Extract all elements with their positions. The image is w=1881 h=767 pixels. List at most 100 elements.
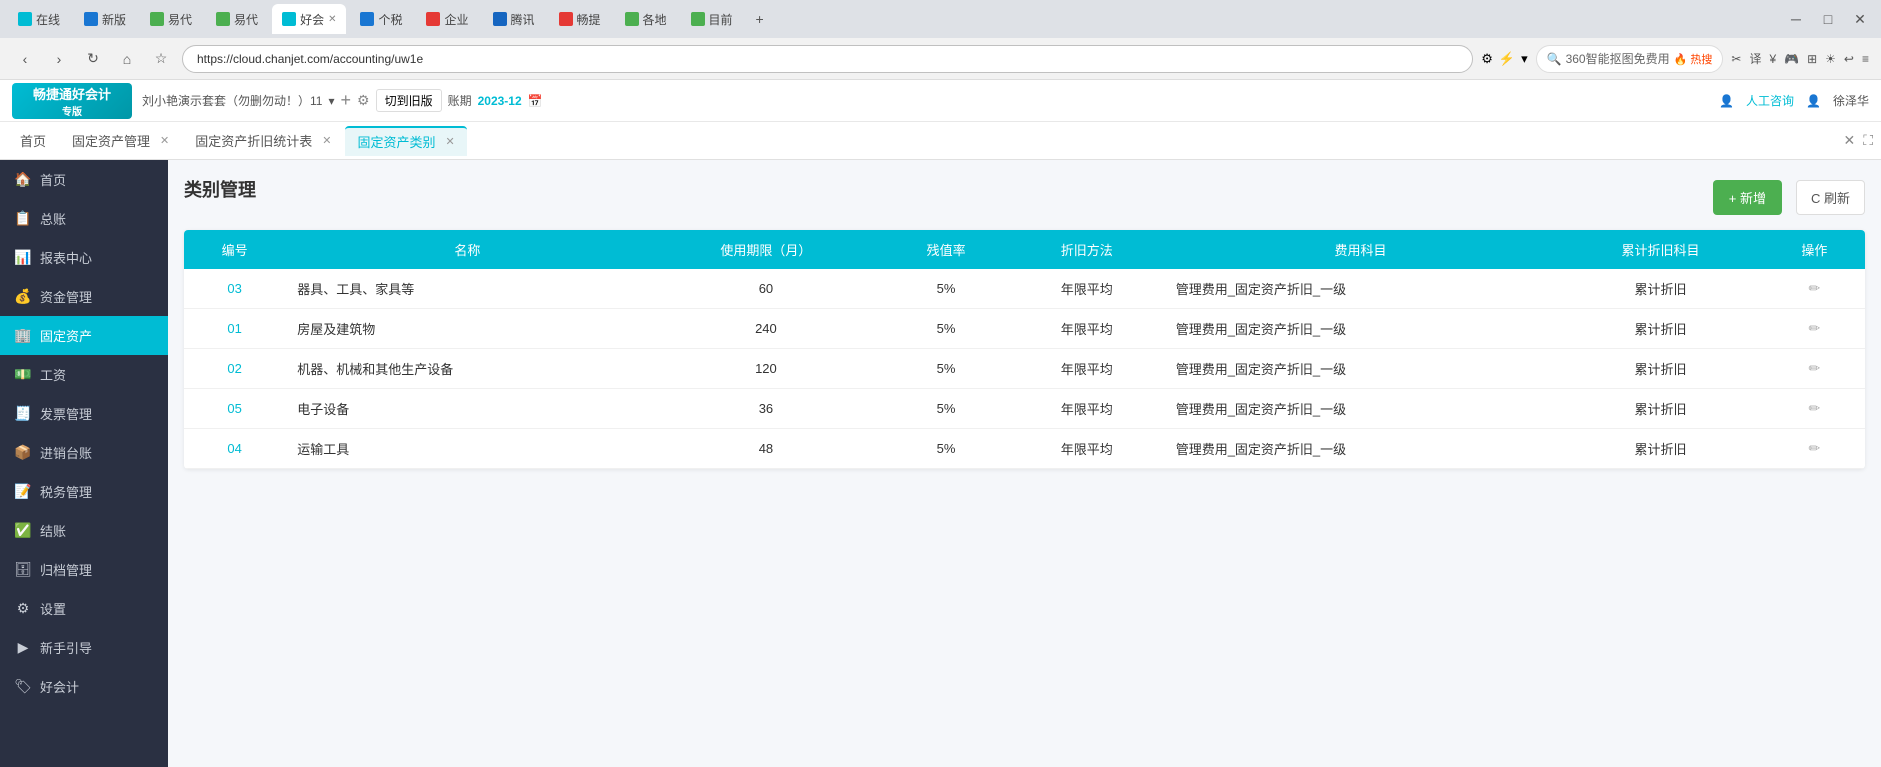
add-company-btn[interactable]: +: [341, 90, 352, 111]
sidebar-item-invoice[interactable]: 🧾 发票管理: [0, 394, 168, 433]
invoice-icon: 🧾: [14, 405, 32, 423]
cell-op-0[interactable]: ✏: [1764, 269, 1865, 309]
maximize-button[interactable]: □: [1815, 6, 1841, 32]
cell-code-2[interactable]: 02: [184, 349, 285, 389]
browser-tab-10[interactable]: 目前: [681, 4, 743, 34]
browser-tab-7[interactable]: 腾讯: [483, 4, 545, 34]
grid-icon: ⊞: [1807, 52, 1817, 66]
cell-op-3[interactable]: ✏: [1764, 389, 1865, 429]
switch-version-btn[interactable]: 切到旧版: [376, 89, 442, 112]
cell-depreciation-4: 累计折旧: [1557, 429, 1763, 469]
cell-period-1: 240: [650, 309, 883, 349]
cell-name-2: 机器、机械和其他生产设备: [285, 349, 649, 389]
reload-button[interactable]: ↻: [80, 46, 106, 72]
table-row: 04 运输工具 48 5% 年限平均 管理费用_固定资产折旧_一级 累计折旧 ✏: [184, 429, 1865, 469]
cell-name-3: 电子设备: [285, 389, 649, 429]
close-window-button[interactable]: ✕: [1847, 6, 1873, 32]
browser-tab-close-4[interactable]: ✕: [328, 14, 336, 25]
sidebar-item-reports[interactable]: 📊 报表中心: [0, 238, 168, 277]
edit-icon-1[interactable]: ✏: [1808, 320, 1820, 336]
sidebar-item-fixed-assets[interactable]: 🏢 固定资产: [0, 316, 168, 355]
sidebar-item-purchase-sales[interactable]: 📦 进销台账: [0, 433, 168, 472]
col-residual: 残值率: [882, 230, 1010, 269]
cell-code-0[interactable]: 03: [184, 269, 285, 309]
lightning-icon: ⚡: [1499, 51, 1515, 67]
cell-op-4[interactable]: ✏: [1764, 429, 1865, 469]
address-bar: ‹ › ↻ ⌂ ☆ ⚙ ⚡ ▾ 🔍 360智能抠图免费用 🔥 热搜 ✂ 译 ¥ …: [0, 38, 1881, 80]
main-layout: 🏠 首页 📋 总账 📊 报表中心 💰 资金管理 🏢 固定资产 💵 工资 🧾 发票…: [0, 160, 1881, 767]
cell-code-3[interactable]: 05: [184, 389, 285, 429]
close-tab-2[interactable]: ✕: [322, 134, 331, 147]
settings-icon[interactable]: ⚙: [357, 92, 370, 109]
new-tab-button[interactable]: +: [747, 6, 773, 32]
address-input[interactable]: [182, 45, 1473, 73]
cell-expense-2: 管理费用_固定资产折旧_一级: [1164, 349, 1558, 389]
cell-code-1[interactable]: 01: [184, 309, 285, 349]
content-header: 类别管理 + 新增 C 刷新: [184, 176, 1865, 218]
tab-depreciation-stats[interactable]: 固定资产折旧统计表 ✕: [183, 126, 343, 156]
funds-icon: 💰: [14, 288, 32, 306]
sidebar-item-home[interactable]: 🏠 首页: [0, 160, 168, 199]
home-icon: 🏠: [14, 171, 32, 189]
browser-tab-5[interactable]: 个税: [350, 4, 412, 34]
sidebar-item-close[interactable]: ✅ 结账: [0, 511, 168, 550]
edit-icon-3[interactable]: ✏: [1808, 400, 1820, 416]
expand-tab-action[interactable]: ⛶: [1863, 132, 1873, 149]
edit-icon-4[interactable]: ✏: [1808, 440, 1820, 456]
close-tab-1[interactable]: ✕: [160, 134, 169, 147]
back-button[interactable]: ‹: [12, 46, 38, 72]
col-code: 编号: [184, 230, 285, 269]
sidebar-item-accounting[interactable]: 🏷 好会计: [0, 667, 168, 706]
cell-expense-1: 管理费用_固定资产折旧_一级: [1164, 309, 1558, 349]
sidebar-item-funds[interactable]: 💰 资金管理: [0, 277, 168, 316]
browser-tab-6[interactable]: 企业: [416, 4, 478, 34]
close-tab-action[interactable]: ✕: [1843, 132, 1855, 149]
sidebar-item-archive[interactable]: 🗄 归档管理: [0, 550, 168, 589]
sidebar-item-tax[interactable]: 📝 税务管理: [0, 472, 168, 511]
sidebar-item-payroll[interactable]: 💵 工资: [0, 355, 168, 394]
cell-op-1[interactable]: ✏: [1764, 309, 1865, 349]
browser-tab-4[interactable]: 好会 ✕: [272, 4, 346, 34]
calendar-icon[interactable]: 📅: [528, 94, 543, 108]
minimize-button[interactable]: ─: [1783, 6, 1809, 32]
edit-icon-2[interactable]: ✏: [1808, 360, 1820, 376]
add-button[interactable]: + 新增: [1713, 180, 1782, 215]
close-tab-3[interactable]: ✕: [446, 135, 455, 148]
browser-tab-3[interactable]: 易代: [206, 4, 268, 34]
cell-method-2: 年限平均: [1010, 349, 1164, 389]
bookmark-button[interactable]: ☆: [148, 46, 174, 72]
reports-icon: 📊: [14, 249, 32, 267]
tab-fixed-asset-mgmt[interactable]: 固定资产管理 ✕: [60, 126, 181, 156]
tab-home[interactable]: 首页: [8, 126, 58, 156]
cell-expense-4: 管理费用_固定资产折旧_一级: [1164, 429, 1558, 469]
game-icon: 🎮: [1784, 52, 1799, 66]
user-dropdown-icon[interactable]: ▾: [328, 94, 334, 108]
browser-tab-2[interactable]: 易代: [140, 4, 202, 34]
browser-tab-1[interactable]: 新版: [74, 4, 136, 34]
forward-button[interactable]: ›: [46, 46, 72, 72]
menu-icon: ≡: [1862, 52, 1869, 66]
cell-op-2[interactable]: ✏: [1764, 349, 1865, 389]
refresh-button[interactable]: C 刷新: [1796, 180, 1865, 215]
sidebar-item-guide[interactable]: ▶ 新手引导: [0, 628, 168, 667]
sidebar-item-ledger[interactable]: 📋 总账: [0, 199, 168, 238]
edit-icon-0[interactable]: ✏: [1808, 280, 1820, 296]
cell-code-4[interactable]: 04: [184, 429, 285, 469]
guide-icon: ▶: [14, 639, 32, 657]
cell-depreciation-0: 累计折旧: [1557, 269, 1763, 309]
browser-tab-9[interactable]: 各地: [615, 4, 677, 34]
home-button[interactable]: ⌂: [114, 46, 140, 72]
sidebar-item-settings[interactable]: ⚙ 设置: [0, 589, 168, 628]
cell-depreciation-1: 累计折旧: [1557, 309, 1763, 349]
browser-tab-0[interactable]: 在线: [8, 4, 70, 34]
col-operation: 操作: [1764, 230, 1865, 269]
cell-name-0: 器具、工具、家具等: [285, 269, 649, 309]
translate-icon: 译: [1749, 50, 1761, 67]
browser-tab-8[interactable]: 畅提: [549, 4, 611, 34]
search-bar[interactable]: 🔍 360智能抠图免费用 🔥 热搜: [1536, 45, 1724, 73]
tab-asset-category[interactable]: 固定资产类别 ✕: [345, 126, 466, 156]
cell-depreciation-2: 累计折旧: [1557, 349, 1763, 389]
undo-icon: ↩: [1844, 52, 1854, 66]
cell-residual-2: 5%: [882, 349, 1010, 389]
hot-tag: 🔥 热搜: [1674, 51, 1713, 67]
